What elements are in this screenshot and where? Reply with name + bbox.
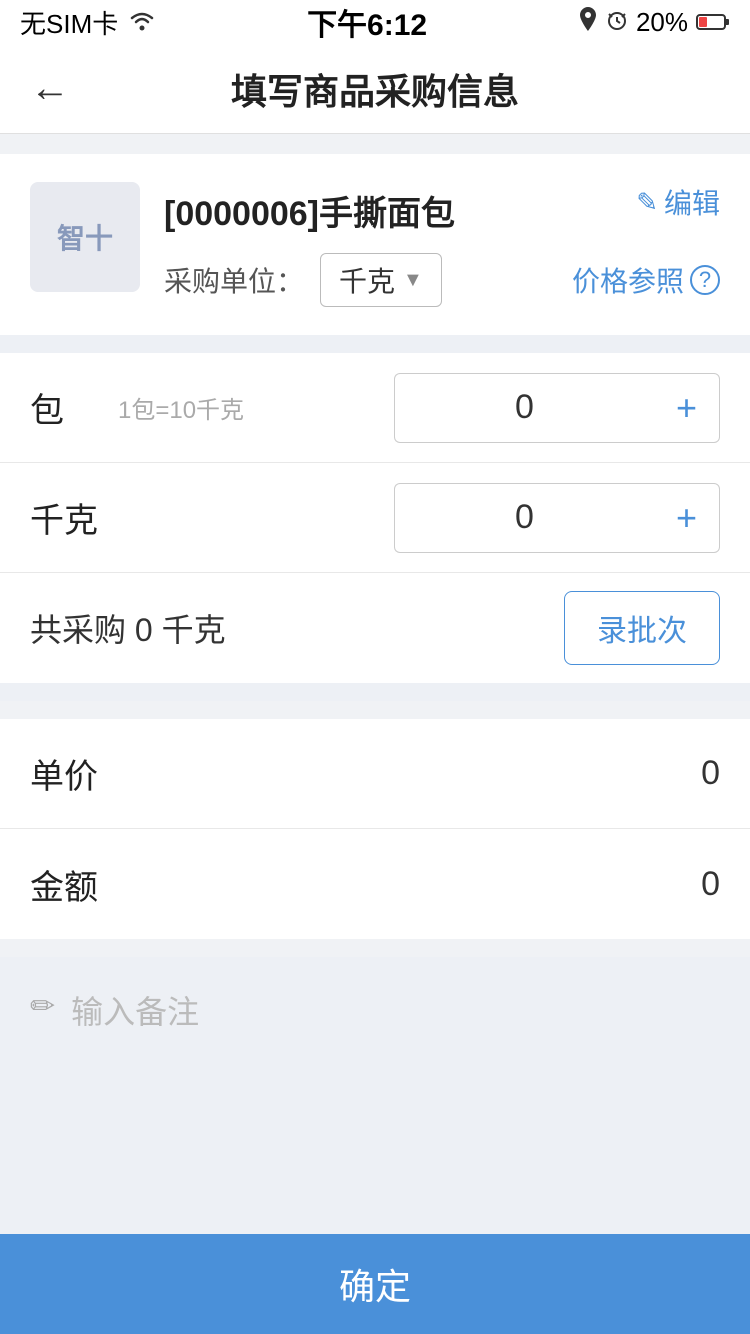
amount-label: 金额 — [30, 860, 98, 909]
alarm-icon — [606, 7, 628, 38]
sim-text: 无SIM卡 — [20, 4, 118, 41]
back-button[interactable]: ← — [30, 66, 70, 111]
section-separator-2 — [0, 683, 750, 701]
plus-icon: + — [676, 387, 697, 429]
unit-label: 采购单位： — [164, 260, 304, 300]
section-separator-1 — [0, 335, 750, 353]
price-ref-label: 价格参照 — [572, 260, 684, 300]
product-unit-row: 采购单位： 千克 ▼ 价格参照 ? — [164, 253, 720, 307]
edit-label: 编辑 — [664, 182, 720, 222]
bag-plus-button[interactable]: + — [654, 373, 720, 443]
status-left: 无SIM卡 — [20, 4, 156, 41]
status-time: 下午6:12 — [307, 0, 427, 44]
kg-plus-button[interactable]: + — [654, 483, 720, 553]
bag-sub-label: 1包=10千克 — [118, 390, 244, 425]
wifi-icon — [128, 7, 156, 38]
unit-price-value: 0 — [701, 754, 720, 793]
pencil-icon: ✏ — [30, 989, 55, 1024]
confirm-button-label: 确定 — [339, 1258, 411, 1310]
unit-price-row: 单价 0 — [0, 719, 750, 829]
unit-selector[interactable]: 千克 ▼ — [320, 253, 442, 307]
bag-label: 包 — [30, 383, 110, 432]
battery-percent: 20% — [636, 7, 688, 38]
unit-value: 千克 — [339, 260, 395, 300]
product-thumbnail: 智十 — [30, 182, 140, 292]
batch-button-label: 录批次 — [597, 615, 687, 648]
batch-button[interactable]: 录批次 — [564, 591, 720, 665]
amount-value: 0 — [701, 865, 720, 904]
location-icon — [578, 7, 598, 38]
remark-placeholder: 输入备注 — [71, 987, 199, 1033]
status-bar: 无SIM卡 下午6:12 20% — [0, 0, 750, 44]
bag-input-wrap: + — [244, 373, 720, 443]
unit-price-label: 单价 — [30, 749, 98, 798]
price-ref-button[interactable]: 价格参照 ? — [572, 260, 720, 300]
battery-icon — [696, 7, 730, 38]
summary-text: 共采购 0 千克 — [30, 605, 226, 651]
input-row-kg: 千克 + — [0, 463, 750, 573]
confirm-button[interactable]: 确定 — [0, 1234, 750, 1334]
quantity-input-section: 包 1包=10千克 + 千克 + — [0, 353, 750, 573]
kg-input-wrap: + — [110, 483, 720, 553]
chevron-down-icon: ▼ — [403, 269, 423, 292]
kg-input[interactable] — [394, 483, 654, 553]
nav-bar: ← 填写商品采购信息 — [0, 44, 750, 134]
bag-input[interactable] — [394, 373, 654, 443]
amount-row: 金额 0 — [0, 829, 750, 939]
edit-icon: ✎ — [636, 187, 658, 218]
plus-icon-2: + — [676, 497, 697, 539]
input-row-bag: 包 1包=10千克 + — [0, 353, 750, 463]
summary-row: 共采购 0 千克 录批次 — [0, 573, 750, 683]
remark-section[interactable]: ✏ 输入备注 — [0, 957, 750, 1077]
price-info-section: 单价 0 金额 0 — [0, 719, 750, 939]
page-title: 填写商品采购信息 — [231, 63, 519, 115]
edit-button[interactable]: ✎ 编辑 — [636, 182, 720, 222]
kg-label: 千克 — [30, 493, 110, 542]
status-right: 20% — [578, 7, 730, 38]
help-icon: ? — [690, 265, 720, 295]
product-card: 智十 [0000006]手撕面包 采购单位： 千克 ▼ 价格参照 ? ✎ 编辑 — [0, 154, 750, 335]
